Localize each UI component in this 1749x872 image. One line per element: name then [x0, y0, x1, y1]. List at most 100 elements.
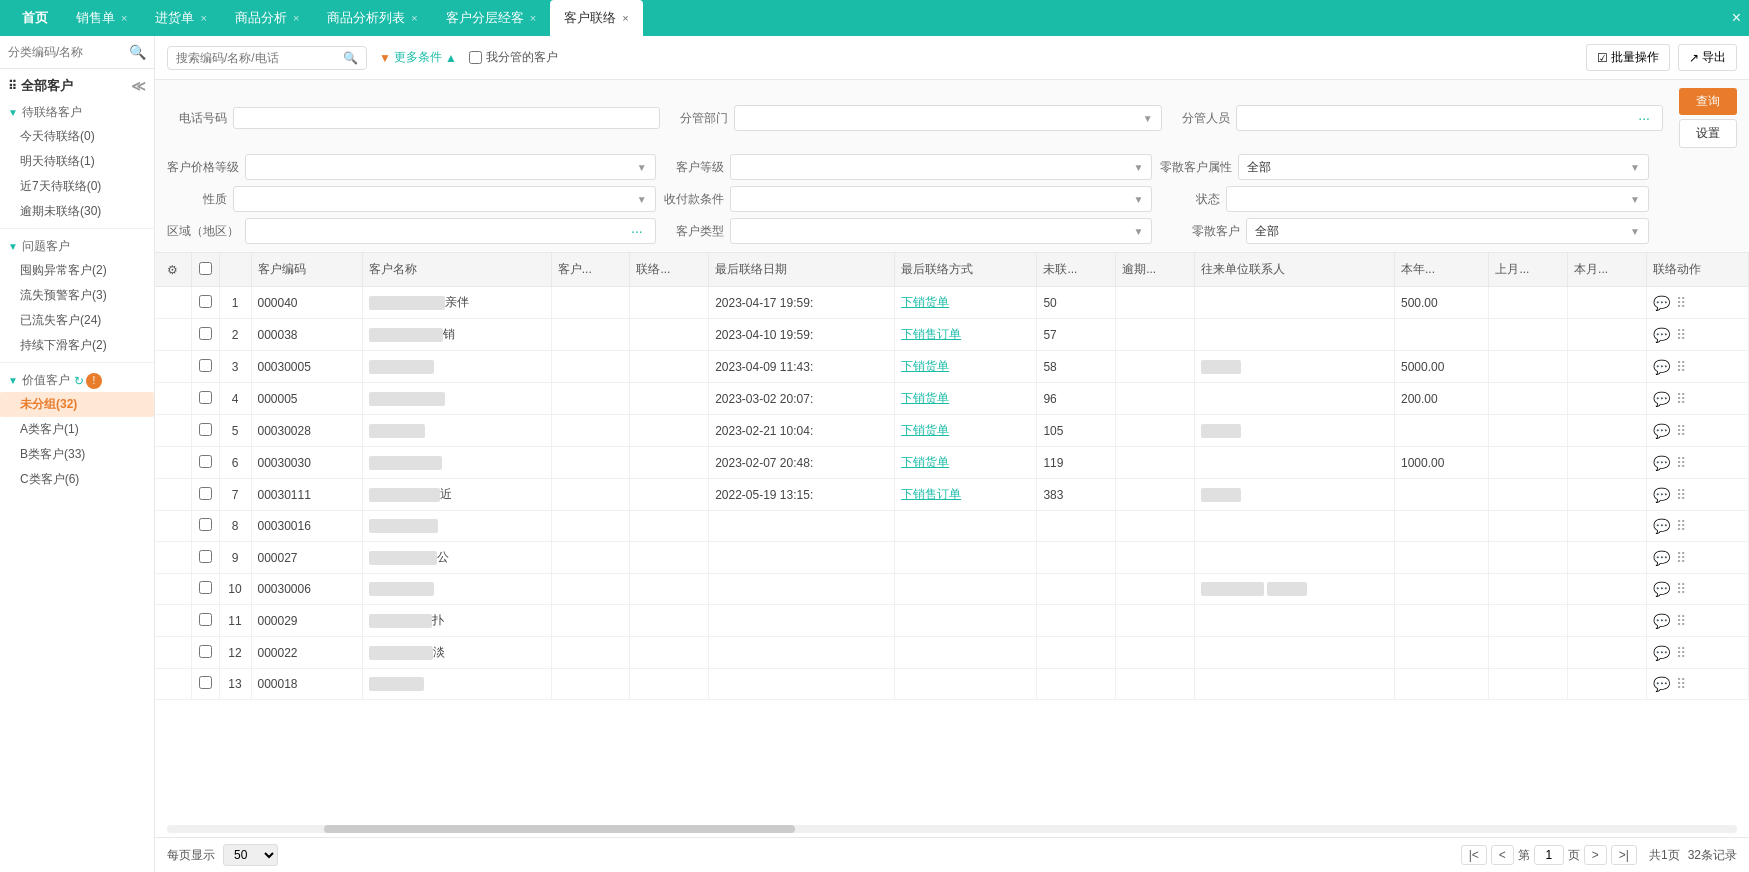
row-checkbox[interactable]	[199, 359, 212, 372]
col-last-contact-method[interactable]: 最后联络方式	[895, 253, 1037, 287]
last-page-button[interactable]: >|	[1611, 845, 1637, 865]
row-last-contact-method[interactable]	[895, 574, 1037, 605]
nav-tab-product-analysis-close[interactable]: ×	[293, 12, 299, 24]
query-button[interactable]: 查询	[1679, 88, 1737, 115]
sidebar-item-tomorrow[interactable]: 明天待联络(1)	[0, 149, 154, 174]
page-size-select[interactable]: 50 100 200	[223, 844, 278, 866]
row-checkbox[interactable]	[199, 487, 212, 500]
filter-person-select[interactable]: ···	[1236, 105, 1663, 131]
row-checkbox[interactable]	[199, 581, 212, 594]
col-this-month[interactable]: 本月...	[1568, 253, 1647, 287]
nav-tab-contact-close[interactable]: ×	[622, 12, 628, 24]
chat-icon[interactable]: 💬	[1653, 487, 1670, 503]
col-customer-name[interactable]: 客户名称	[362, 253, 551, 287]
my-customers-checkbox[interactable]: 我分管的客户	[469, 49, 558, 66]
sidebar-item-7days[interactable]: 近7天待联络(0)	[0, 174, 154, 199]
grid-action-icon[interactable]: ⠿	[1676, 327, 1686, 343]
row-last-contact-method[interactable]	[895, 511, 1037, 542]
row-checkbox[interactable]	[199, 645, 212, 658]
col-customer-code[interactable]: 客户编码	[251, 253, 362, 287]
grid-action-icon[interactable]: ⠿	[1676, 581, 1686, 597]
batch-operation-button[interactable]: ☑ 批量操作	[1586, 44, 1670, 71]
chat-icon[interactable]: 💬	[1653, 391, 1670, 407]
row-last-contact-method[interactable]: 下销货单	[895, 287, 1037, 319]
filter-status-select[interactable]: ▼	[1226, 186, 1649, 212]
filter-nature-select[interactable]: ▼	[233, 186, 656, 212]
sidebar-item-churned[interactable]: 已流失客户(24)	[0, 308, 154, 333]
col-setting[interactable]: ⚙	[155, 253, 191, 287]
nav-tab-product-list-close[interactable]: ×	[411, 12, 417, 24]
filter-retail-attr-select[interactable]: 全部▼	[1238, 154, 1649, 180]
chat-icon[interactable]: 💬	[1653, 295, 1670, 311]
chat-icon[interactable]: 💬	[1653, 645, 1670, 661]
sidebar-item-class-b[interactable]: B类客户(33)	[0, 442, 154, 467]
nav-tab-sales[interactable]: 销售单 ×	[62, 0, 141, 36]
chat-icon[interactable]: 💬	[1653, 518, 1670, 534]
filter-phone-input[interactable]	[233, 107, 660, 129]
row-checkbox[interactable]	[199, 423, 212, 436]
sidebar-item-declining[interactable]: 持续下滑客户(2)	[0, 333, 154, 358]
chat-icon[interactable]: 💬	[1653, 455, 1670, 471]
window-close-button[interactable]: ×	[1732, 9, 1741, 27]
nav-tab-segment-close[interactable]: ×	[530, 12, 536, 24]
horizontal-scrollbar[interactable]	[155, 819, 1749, 837]
sidebar-item-class-a[interactable]: A类客户(1)	[0, 417, 154, 442]
grid-action-icon[interactable]: ⠿	[1676, 645, 1686, 661]
nav-tab-product-analysis-list[interactable]: 商品分析列表 ×	[313, 0, 431, 36]
sidebar-item-overdue[interactable]: 逾期未联络(30)	[0, 199, 154, 224]
row-last-contact-method[interactable]: 下销售订单	[895, 479, 1037, 511]
row-last-contact-method[interactable]	[895, 669, 1037, 700]
sidebar-item-ungraded[interactable]: 未分组(32)	[0, 392, 154, 417]
chat-icon[interactable]: 💬	[1653, 327, 1670, 343]
next-page-button[interactable]: >	[1584, 845, 1607, 865]
col-last-month[interactable]: 上月...	[1489, 253, 1568, 287]
page-number-input[interactable]	[1534, 845, 1564, 865]
row-last-contact-method[interactable]: 下销货单	[895, 351, 1037, 383]
sidebar-item-churn-warning[interactable]: 流失预警客户(3)	[0, 283, 154, 308]
more-conditions-button[interactable]: ▼ 更多条件 ▲	[379, 49, 457, 66]
prev-page-button[interactable]: <	[1491, 845, 1514, 865]
grid-action-icon[interactable]: ⠿	[1676, 391, 1686, 407]
row-last-contact-method[interactable]	[895, 542, 1037, 574]
nav-tab-home[interactable]: 首页	[8, 0, 62, 36]
chat-icon[interactable]: 💬	[1653, 613, 1670, 629]
col-last-contact-date[interactable]: 最后联络日期	[709, 253, 895, 287]
grid-action-icon[interactable]: ⠿	[1676, 613, 1686, 629]
export-button[interactable]: ↗ 导出	[1678, 44, 1737, 71]
grid-action-icon[interactable]: ⠿	[1676, 359, 1686, 375]
filter-customer-level-select[interactable]: ▼	[730, 154, 1153, 180]
sidebar-item-class-c[interactable]: C类客户(6)	[0, 467, 154, 492]
filter-payment-select[interactable]: ▼	[730, 186, 1153, 212]
chat-icon[interactable]: 💬	[1653, 581, 1670, 597]
col-contact-person[interactable]: 往来单位联系人	[1194, 253, 1394, 287]
select-all-checkbox[interactable]	[199, 262, 212, 275]
sidebar-item-abnormal[interactable]: 囤购异常客户(2)	[0, 258, 154, 283]
row-checkbox[interactable]	[199, 613, 212, 626]
row-last-contact-method[interactable]: 下销货单	[895, 415, 1037, 447]
row-last-contact-method[interactable]	[895, 637, 1037, 669]
filter-search-icon[interactable]: 🔍	[343, 51, 358, 65]
col-customer-type[interactable]: 客户...	[551, 253, 630, 287]
grid-action-icon[interactable]: ⠿	[1676, 455, 1686, 471]
nav-tab-product-analysis[interactable]: 商品分析 ×	[221, 0, 313, 36]
col-no-contact[interactable]: 未联...	[1037, 253, 1116, 287]
grid-action-icon[interactable]: ⠿	[1676, 676, 1686, 692]
row-checkbox[interactable]	[199, 455, 212, 468]
nav-tab-customer-segment[interactable]: 客户分层经客 ×	[432, 0, 550, 36]
row-checkbox[interactable]	[199, 518, 212, 531]
row-checkbox[interactable]	[199, 295, 212, 308]
reset-button[interactable]: 设置	[1679, 119, 1737, 148]
filter-dept-select[interactable]: ▼	[734, 105, 1161, 131]
grid-action-icon[interactable]: ⠿	[1676, 423, 1686, 439]
row-checkbox[interactable]	[199, 676, 212, 689]
row-last-contact-method[interactable]	[895, 605, 1037, 637]
sidebar-collapse-button[interactable]: ≪	[131, 78, 146, 94]
nav-tab-sales-close[interactable]: ×	[121, 12, 127, 24]
row-checkbox[interactable]	[199, 327, 212, 340]
filter-retail-customer-select[interactable]: 全部▼	[1246, 218, 1649, 244]
filter-price-select[interactable]: ▼	[245, 154, 656, 180]
first-page-button[interactable]: |<	[1461, 845, 1487, 865]
filter-search-input[interactable]	[176, 51, 343, 65]
grid-action-icon[interactable]: ⠿	[1676, 487, 1686, 503]
nav-tab-purchase-close[interactable]: ×	[200, 12, 206, 24]
